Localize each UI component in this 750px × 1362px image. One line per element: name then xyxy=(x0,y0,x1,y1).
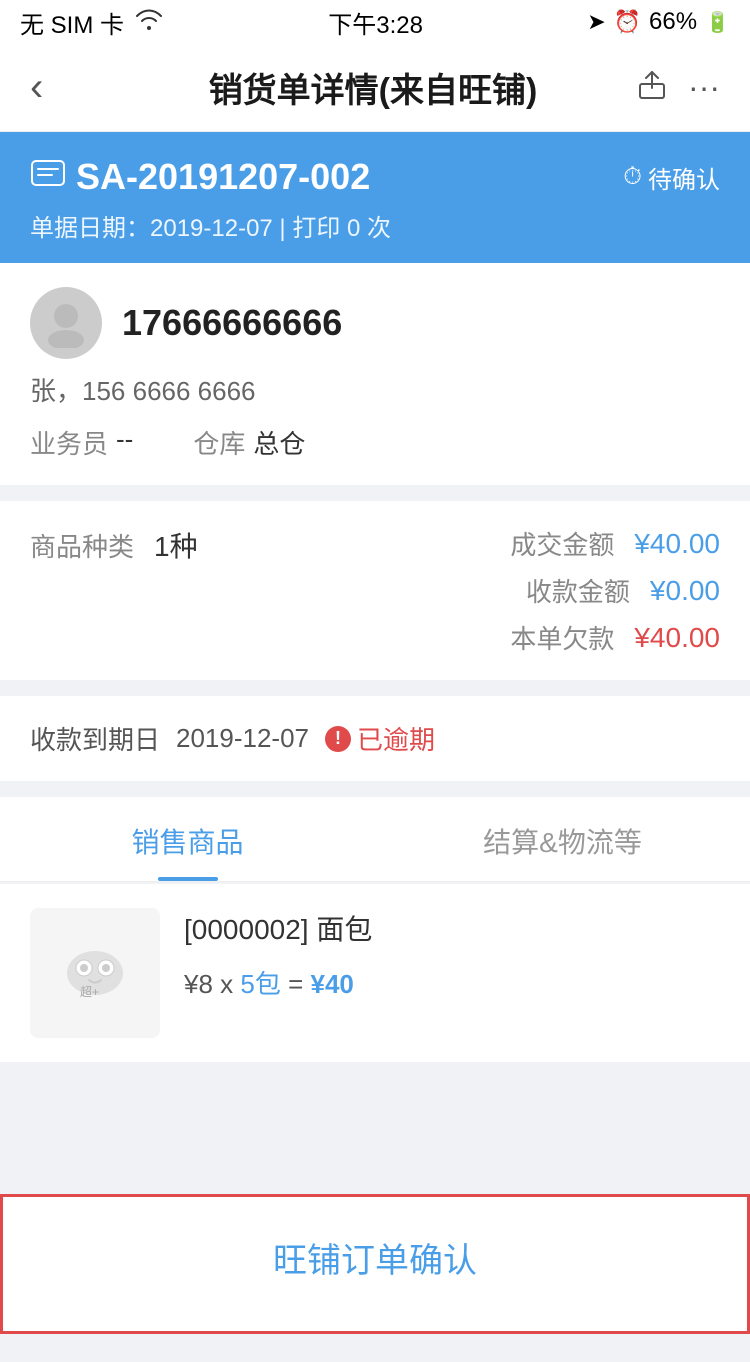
product-placeholder-icon: 超+ xyxy=(60,938,130,1009)
more-icon[interactable]: ··· xyxy=(688,69,720,106)
amount-main: 商品种类 1种 成交金额 ¥40.00 收款金额 ¥0.00 本单欠款 ¥40.… xyxy=(30,525,720,656)
equals-sign: = xyxy=(281,969,311,999)
overdue-badge: ! 已逾期 xyxy=(325,720,435,757)
avatar xyxy=(30,287,102,359)
customer-top: 17666666666 xyxy=(30,287,720,359)
divider-3 xyxy=(0,781,750,797)
tab-sales-goods-label: 销售商品 xyxy=(131,827,243,858)
wifi-icon xyxy=(134,8,164,37)
salesperson-item: 业务员 -- xyxy=(30,424,133,461)
divider-1 xyxy=(0,485,750,501)
order-header-top: SA-20191207-002 ⏱ 待确认 xyxy=(30,156,720,198)
battery-text: 66% xyxy=(649,8,697,36)
nav-bar: ‹ 销货单详情(来自旺铺) ··· xyxy=(0,44,750,132)
customer-name: 张，156 6666 6666 xyxy=(30,371,720,408)
product-total: ¥40 xyxy=(310,969,353,999)
overdue-text: 已逾期 xyxy=(357,720,435,757)
order-date: 单据日期：2019-12-07 | 打印 0 次 xyxy=(30,208,720,243)
receipt-amount-row: 收款金额 ¥0.00 xyxy=(526,572,720,609)
deal-amount-row: 成交金额 ¥40.00 xyxy=(510,525,720,562)
product-image: 超+ xyxy=(30,908,160,1038)
due-amount-value: ¥40.00 xyxy=(634,622,720,654)
status-bar: 无 SIM 卡 下午3:28 ➤ ⏰ 66% 🔋 xyxy=(0,0,750,44)
confirm-btn-area: 旺铺订单确认 xyxy=(0,1194,750,1334)
due-date-label: 收款到期日 xyxy=(30,720,160,757)
product-code: [0000002] xyxy=(184,914,309,945)
svg-text:超+: 超+ xyxy=(80,984,99,998)
salesperson-label: 业务员 xyxy=(30,424,108,461)
order-status: ⏱ 待确认 xyxy=(623,160,720,195)
product-qty: 5包 xyxy=(240,969,280,999)
nav-left: ‹ xyxy=(30,65,110,110)
goods-type-value: 1种 xyxy=(154,525,198,565)
salesperson-value: -- xyxy=(116,424,133,461)
status-left: 无 SIM 卡 xyxy=(20,5,164,40)
amount-values: 成交金额 ¥40.00 收款金额 ¥0.00 本单欠款 ¥40.00 xyxy=(510,525,720,656)
product-item: 超+ [0000002] 面包 ¥8 x 5包 = ¥40 xyxy=(30,908,720,1038)
page-title: 销货单详情(来自旺铺) xyxy=(209,63,538,112)
goods-type-label: 商品种类 xyxy=(30,527,134,564)
product-list: 超+ [0000002] 面包 ¥8 x 5包 = ¥40 xyxy=(0,884,750,1062)
warehouse-label: 仓库 xyxy=(193,424,245,461)
product-title: 面包 xyxy=(316,914,372,945)
battery-icon: 🔋 xyxy=(705,10,730,35)
product-price: ¥8 x 5包 = ¥40 xyxy=(184,964,720,1001)
product-name: [0000002] 面包 xyxy=(184,908,720,948)
customer-card: 17666666666 张，156 6666 6666 业务员 -- 仓库 总仓 xyxy=(0,263,750,485)
confirm-order-button[interactable]: 旺铺订单确认 xyxy=(33,1213,717,1301)
tab-settlement-label: 结算&物流等 xyxy=(483,827,642,858)
overdue-dot-icon: ! xyxy=(325,726,351,752)
warehouse-value: 总仓 xyxy=(253,424,305,461)
order-number: SA-20191207-002 xyxy=(76,156,370,198)
due-date-value: 2019-12-07 xyxy=(176,723,309,754)
product-info: [0000002] 面包 ¥8 x 5包 = ¥40 xyxy=(184,908,720,1001)
status-right: ➤ ⏰ 66% 🔋 xyxy=(587,8,730,36)
tabs: 销售商品 结算&物流等 xyxy=(0,797,750,882)
divider-2 xyxy=(0,680,750,696)
customer-phone: 17666666666 xyxy=(122,302,342,344)
goods-type: 商品种类 1种 xyxy=(30,525,198,565)
alarm-icon: ⏰ xyxy=(614,9,641,35)
order-id: SA-20191207-002 xyxy=(30,156,370,198)
receipt-amount-value: ¥0.00 xyxy=(650,575,720,607)
nav-right: ··· xyxy=(636,68,720,107)
status-text: 待确认 xyxy=(648,160,720,195)
due-date-card: 收款到期日 2019-12-07 ! 已逾期 xyxy=(0,696,750,781)
due-amount-row: 本单欠款 ¥40.00 xyxy=(510,619,720,656)
status-clock-icon: ⏱ xyxy=(623,163,642,191)
due-amount-label: 本单欠款 xyxy=(510,619,614,656)
order-icon xyxy=(30,159,66,195)
time-text: 下午3:28 xyxy=(328,5,423,40)
price-value: ¥8 x xyxy=(184,969,240,999)
amount-card: 商品种类 1种 成交金额 ¥40.00 收款金额 ¥0.00 本单欠款 ¥40.… xyxy=(0,501,750,680)
warehouse-item: 仓库 总仓 xyxy=(193,424,305,461)
receipt-amount-label: 收款金额 xyxy=(526,572,630,609)
deal-amount-value: ¥40.00 xyxy=(634,528,720,560)
customer-meta: 业务员 -- 仓库 总仓 xyxy=(30,424,720,461)
order-header: SA-20191207-002 ⏱ 待确认 单据日期：2019-12-07 | … xyxy=(0,132,750,263)
location-icon: ➤ xyxy=(587,9,605,35)
deal-amount-label: 成交金额 xyxy=(510,525,614,562)
tab-settlement[interactable]: 结算&物流等 xyxy=(375,797,750,881)
share-icon[interactable] xyxy=(636,68,668,107)
tab-sales-goods[interactable]: 销售商品 xyxy=(0,797,375,881)
carrier-text: 无 SIM 卡 xyxy=(20,5,124,40)
back-button[interactable]: ‹ xyxy=(30,65,43,110)
